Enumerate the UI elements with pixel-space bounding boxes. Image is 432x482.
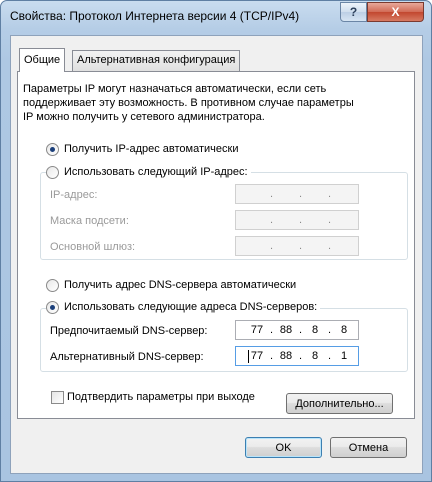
dns-manual-radio[interactable]: Использовать следующие адреса DNS-сервер… [46, 300, 321, 314]
description-text: Параметры IP могут назначаться автоматич… [23, 82, 403, 124]
radio-indicator[interactable] [46, 300, 59, 314]
text-caret [248, 350, 249, 363]
dialog-window: Свойства: Протокол Интернета версии 4 (T… [0, 0, 432, 482]
description-line: Параметры IP могут назначаться автоматич… [23, 83, 327, 95]
tab-general[interactable]: Общие [19, 48, 66, 72]
alternate-dns-input[interactable]: 77. 88. 8. 1 [235, 346, 359, 366]
preferred-dns-input[interactable]: 77. 88. 8. 8 [235, 320, 359, 340]
dns-auto-label: Получить адрес DNS-сервера автоматически [64, 279, 297, 291]
cancel-button[interactable]: Отмена [330, 437, 407, 458]
advanced-button[interactable]: Дополнительно... [286, 393, 393, 414]
description-line: поддерживает эту возможность. В противно… [23, 97, 354, 109]
dns-auto-radio[interactable]: Получить адрес DNS-сервера автоматически [46, 278, 300, 292]
title-bar[interactable]: Свойства: Протокол Интернета версии 4 (T… [1, 1, 431, 35]
dns-manual-label: Использовать следующие адреса DNS-сервер… [64, 301, 318, 313]
close-button[interactable]: X [367, 2, 424, 22]
ip-manual-label: Использовать следующий IP-адрес: [64, 166, 248, 178]
subnet-mask-input[interactable]: ... [235, 210, 359, 230]
gateway-input[interactable]: ... [235, 236, 359, 256]
radio-indicator[interactable] [46, 278, 59, 292]
window-title: Свойства: Протокол Интернета версии 4 (T… [10, 9, 300, 23]
description-line: IP можно получить у сетевого администрат… [23, 111, 265, 123]
preferred-dns-label: Предпочитаемый DNS-сервер: [50, 325, 208, 337]
ok-button[interactable]: OK [245, 437, 322, 458]
ip-address-label: IP-адрес: [50, 189, 98, 201]
radio-indicator[interactable] [46, 142, 59, 156]
ip-auto-label: Получить IP-адрес автоматически [64, 143, 239, 155]
ip-manual-radio[interactable]: Использовать следующий IP-адрес: [46, 165, 251, 179]
subnet-mask-label: Маска подсети: [50, 215, 129, 227]
validate-checkbox[interactable] [51, 391, 64, 404]
dialog-client: Общие Альтернативная конфигурация Параме… [10, 35, 423, 474]
alternate-dns-label: Альтернативный DNS-сервер: [50, 351, 204, 363]
gateway-label: Основной шлюз: [50, 241, 136, 253]
ip-auto-radio[interactable]: Получить IP-адрес автоматически [46, 142, 242, 156]
tab-alternate-config[interactable]: Альтернативная конфигурация [72, 50, 241, 71]
ip-address-input[interactable]: ... [235, 184, 359, 204]
validate-label[interactable]: Подтвердить параметры при выходе [67, 391, 255, 403]
radio-indicator[interactable] [46, 165, 59, 179]
help-button[interactable]: ? [340, 2, 367, 22]
